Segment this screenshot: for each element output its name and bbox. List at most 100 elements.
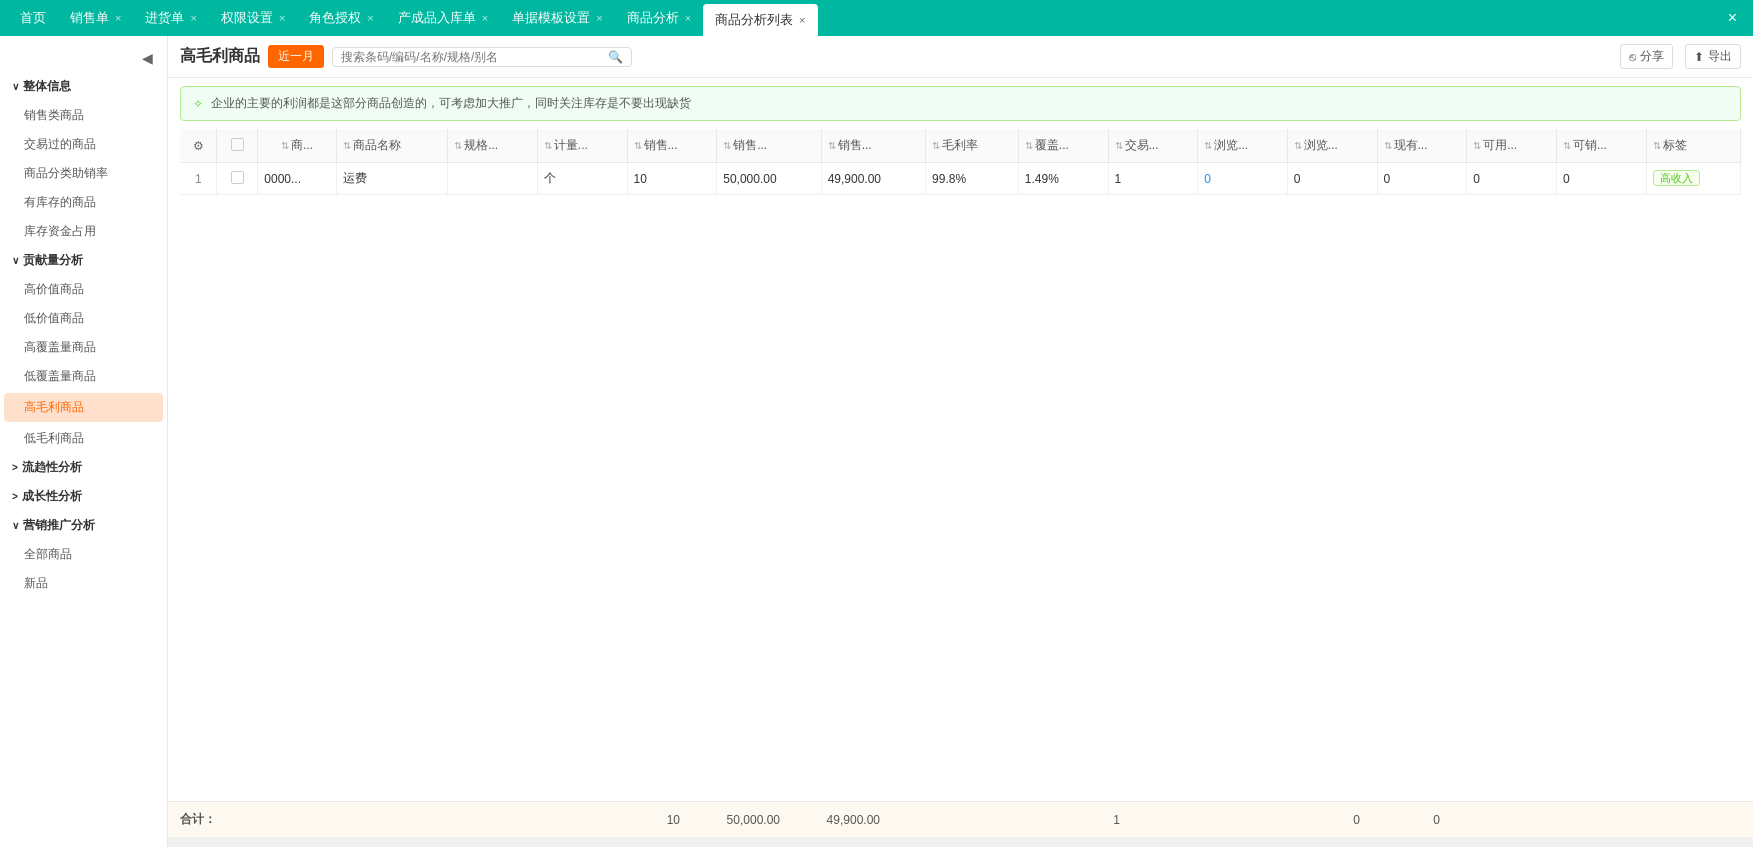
col-header-spec[interactable]: ⇅规格... (448, 129, 538, 163)
nav-item-5[interactable]: 产成品入库单× (386, 0, 500, 36)
footer-cell-6 (966, 813, 1046, 827)
sidebar-item-1-4[interactable]: 高毛利商品 (4, 393, 163, 422)
arrow-icon: ∨ (12, 520, 19, 531)
export-icon: ⬆ (1694, 50, 1704, 64)
gear-icon[interactable]: ⚙ (193, 139, 204, 153)
row-checkbox[interactable] (231, 171, 244, 184)
sidebar-group-4[interactable]: ∨营销推广分析 (0, 511, 167, 540)
col-header-sales_profit[interactable]: ⇅销售... (821, 129, 925, 163)
nav-close-1[interactable]: × (115, 12, 121, 24)
window-close-button[interactable]: × (1720, 9, 1745, 27)
col-header-browse1[interactable]: ⇅浏览... (1198, 129, 1288, 163)
footer-label: 合计： (180, 811, 216, 828)
nav-close-7[interactable]: × (685, 12, 691, 24)
header-actions: ⎋ 分享 ⬆ 导出 (1620, 44, 1741, 69)
sidebar-group-0[interactable]: ∨整体信息 (0, 72, 167, 101)
col-header-sales_qty[interactable]: ⇅销售... (627, 129, 717, 163)
search-input[interactable] (341, 50, 608, 64)
cell-2: 0000... (258, 163, 336, 195)
nav-item-8[interactable]: 商品分析列表× (703, 4, 817, 36)
nav-item-1[interactable]: 销售单× (58, 0, 133, 36)
info-text: 企业的主要的利润都是这部分商品创造的，可考虑加大推广，同时关注库存是不要出现缺货 (211, 95, 691, 112)
browse-link[interactable]: 0 (1204, 172, 1211, 186)
sidebar-item-1-5[interactable]: 低毛利商品 (0, 424, 167, 453)
sidebar-item-4-1[interactable]: 新品 (0, 569, 167, 598)
arrow-icon: ∨ (12, 81, 19, 92)
footer-cell-7: 1 (1046, 813, 1126, 827)
content-area: 高毛利商品 近一月 🔍 ⎋ 分享 ⬆ 导出 ✧ 企业的主要的利润都是这部分商品创… (168, 36, 1753, 847)
cell-17: 高收入 (1646, 163, 1740, 195)
sidebar-item-1-3[interactable]: 低覆盖量商品 (0, 362, 167, 391)
nav-close-2[interactable]: × (190, 12, 196, 24)
sidebar-item-0-3[interactable]: 有库存的商品 (0, 188, 167, 217)
cell-1 (217, 163, 258, 195)
nav-item-4[interactable]: 角色授权× (297, 0, 385, 36)
nav-item-7[interactable]: 商品分析× (615, 0, 703, 36)
col-header-available[interactable]: ⇅可用... (1467, 129, 1557, 163)
col-header-transaction[interactable]: ⇅交易... (1108, 129, 1198, 163)
share-button[interactable]: ⎋ 分享 (1620, 44, 1673, 69)
select-all-checkbox[interactable] (231, 138, 244, 151)
nav-item-6[interactable]: 单据模板设置× (500, 0, 614, 36)
sidebar-collapse-button[interactable]: ◀ (136, 48, 159, 68)
col-header-browse2[interactable]: ⇅浏览... (1287, 129, 1377, 163)
col-header-saleable[interactable]: ⇅可销... (1556, 129, 1646, 163)
col-header-tag[interactable]: ⇅标签 (1646, 129, 1740, 163)
cell-0: 1 (180, 163, 217, 195)
cell-4 (448, 163, 538, 195)
footer-cell-4: 49,900.00 (786, 813, 886, 827)
footer-cell-3: 50,000.00 (686, 813, 786, 827)
nav-close-6[interactable]: × (596, 12, 602, 24)
nav-close-3[interactable]: × (279, 12, 285, 24)
info-icon: ✧ (193, 97, 203, 111)
col-header-sales_amount[interactable]: ⇅销售... (717, 129, 821, 163)
nav-item-0[interactable]: 首页 (8, 0, 58, 36)
period-button[interactable]: 近一月 (268, 45, 324, 68)
export-button[interactable]: ⬆ 导出 (1685, 44, 1741, 69)
col-header-coverage[interactable]: ⇅覆盖... (1018, 129, 1108, 163)
arrow-icon: > (12, 462, 18, 473)
cell-5: 个 (537, 163, 627, 195)
col-header-gross_margin[interactable]: ⇅毛利率 (926, 129, 1019, 163)
sidebar-group-1[interactable]: ∨贡献量分析 (0, 246, 167, 275)
bottom-scrollbar[interactable] (168, 837, 1753, 847)
arrow-icon: > (12, 491, 18, 502)
table-footer: 合计： 1050,000.0049,900.00100 (168, 801, 1753, 837)
page-title: 高毛利商品 (180, 46, 260, 67)
col-header-code[interactable]: ⇅商... (258, 129, 336, 163)
sidebar-item-1-2[interactable]: 高覆盖量商品 (0, 333, 167, 362)
top-navigation: 首页销售单×进货单×权限设置×角色授权×产成品入库单×单据模板设置×商品分析×商… (0, 0, 1753, 36)
footer-cell-1 (526, 813, 606, 827)
search-icon[interactable]: 🔍 (608, 50, 623, 64)
sidebar: ◀ ∨整体信息销售类商品交易过的商品商品分类助销率有库存的商品库存资金占用∨贡献… (0, 36, 168, 847)
cell-7: 50,000.00 (717, 163, 821, 195)
tag-badge: 高收入 (1653, 170, 1700, 186)
nav-item-2[interactable]: 进货单× (133, 0, 208, 36)
footer-cell-12 (1446, 813, 1526, 827)
sidebar-group-2[interactable]: >流趋性分析 (0, 453, 167, 482)
sidebar-item-0-1[interactable]: 交易过的商品 (0, 130, 167, 159)
cell-13: 0 (1287, 163, 1377, 195)
col-header-current_stock[interactable]: ⇅现有... (1377, 129, 1467, 163)
sidebar-item-0-2[interactable]: 商品分类助销率 (0, 159, 167, 188)
nav-close-4[interactable]: × (367, 12, 373, 24)
sidebar-item-1-1[interactable]: 低价值商品 (0, 304, 167, 333)
nav-close-5[interactable]: × (482, 12, 488, 24)
sidebar-item-0-0[interactable]: 销售类商品 (0, 101, 167, 130)
cell-3: 运费 (336, 163, 448, 195)
sidebar-group-3[interactable]: >成长性分析 (0, 482, 167, 511)
sidebar-item-4-0[interactable]: 全部商品 (0, 540, 167, 569)
footer-cell-9 (1206, 813, 1286, 827)
col-header-unit[interactable]: ⇅计量... (537, 129, 627, 163)
nav-close-8[interactable]: × (799, 14, 805, 26)
sidebar-item-1-0[interactable]: 高价值商品 (0, 275, 167, 304)
cell-10: 1.49% (1018, 163, 1108, 195)
search-box: 🔍 (332, 47, 632, 67)
table-row: 10000...运费个1050,000.0049,900.0099.8%1.49… (180, 163, 1741, 195)
main-layout: ◀ ∨整体信息销售类商品交易过的商品商品分类助销率有库存的商品库存资金占用∨贡献… (0, 36, 1753, 847)
nav-item-3[interactable]: 权限设置× (209, 0, 297, 36)
cell-8: 49,900.00 (821, 163, 925, 195)
cell-6: 10 (627, 163, 717, 195)
sidebar-item-0-4[interactable]: 库存资金占用 (0, 217, 167, 246)
col-header-name[interactable]: ⇅商品名称 (336, 129, 448, 163)
